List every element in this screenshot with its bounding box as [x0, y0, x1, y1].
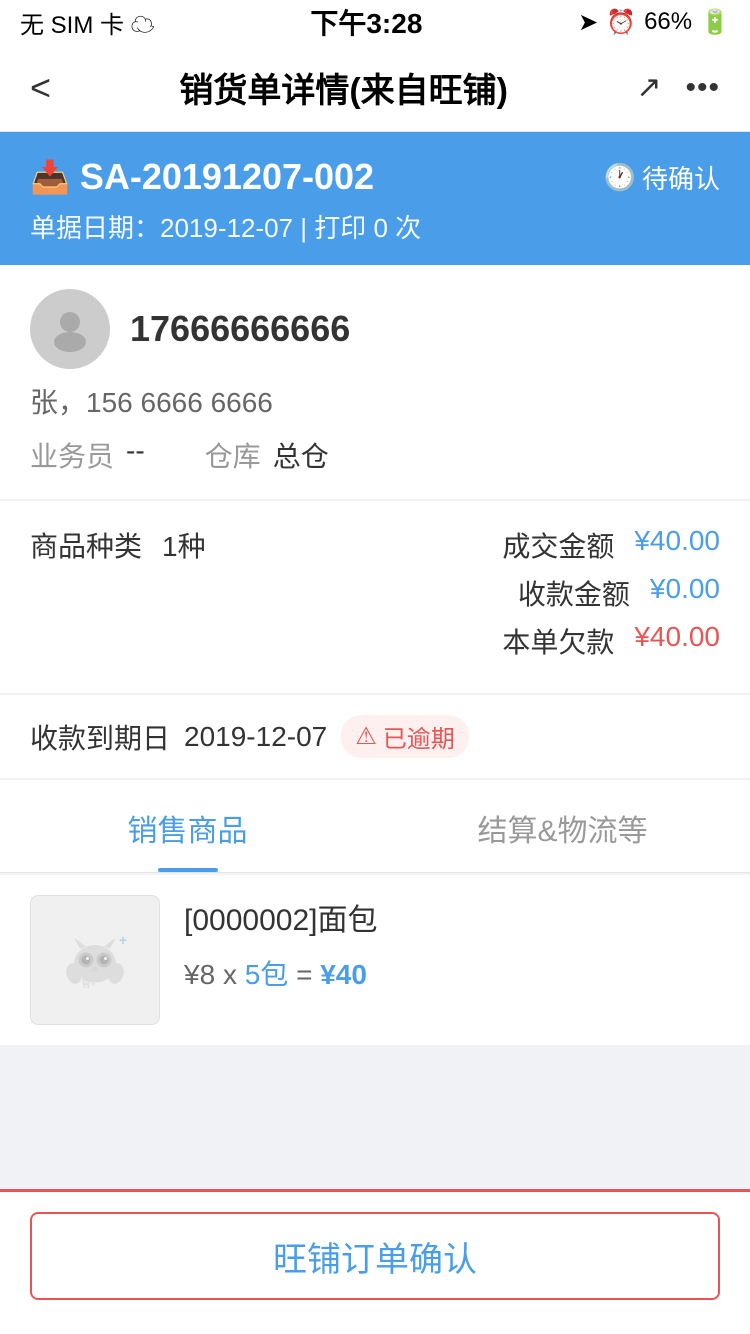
summary-left: 商品种类 1种	[30, 525, 206, 565]
amount-value: ¥40.00	[634, 525, 720, 565]
salesman-field: 业务员 --	[30, 435, 145, 475]
tab-settlement[interactable]: 结算&物流等	[375, 780, 750, 872]
owed-row: 本单欠款 ¥40.00	[502, 621, 720, 661]
customer-phone: 17666666666	[130, 308, 350, 350]
export-icon[interactable]: ↗︎	[636, 70, 661, 105]
location-icon: ➤	[578, 8, 598, 37]
summary-right: 成交金额 ¥40.00 收款金额 ¥0.00 本单欠款 ¥40.00	[502, 525, 720, 669]
status-bar-time: 下午3:28	[310, 2, 422, 42]
svg-text:管+: 管+	[82, 978, 96, 989]
tab-sales-products[interactable]: 销售商品	[0, 780, 375, 872]
nav-bar: < 销货单详情(来自旺铺) ↗︎ •••	[0, 44, 750, 132]
warehouse-value: 总仓	[273, 435, 329, 475]
product-total: ¥40	[320, 959, 367, 990]
customer-meta: 业务员 -- 仓库 总仓	[30, 435, 720, 475]
multiply-sign: x	[223, 959, 245, 990]
product-thumbnail: + 管+	[30, 895, 160, 1025]
customer-row: 17666666666	[30, 289, 720, 369]
equals-sign: =	[296, 959, 320, 990]
product-qty: 5包	[245, 959, 289, 990]
amount-label: 成交金额	[502, 525, 614, 565]
owed-value: ¥40.00	[634, 621, 720, 661]
type-label: 商品种类	[30, 525, 142, 565]
product-item: + 管+ [0000002]面包 ¥8 x 5包 = ¥40	[30, 895, 720, 1025]
nav-actions: ↗︎ •••	[636, 70, 720, 105]
warehouse-label: 仓库	[205, 435, 261, 475]
warehouse-field: 仓库 总仓	[205, 435, 329, 475]
tabs-section: 销售商品 结算&物流等	[0, 780, 750, 873]
customer-section: 17666666666 张，156 6666 6666 业务员 -- 仓库 总仓	[0, 265, 750, 499]
due-date: 2019-12-07	[184, 721, 327, 753]
product-name: [0000002]面包	[184, 895, 720, 939]
customer-sub-info: 张，156 6666 6666	[30, 381, 720, 421]
due-label: 收款到期日	[30, 717, 170, 757]
product-unit-price: ¥8	[184, 959, 215, 990]
overdue-text: 已逾期	[383, 719, 455, 754]
due-date-section: 收款到期日 2019-12-07 ⚠ 已逾期	[0, 695, 750, 778]
order-date-row: 单据日期：2019-12-07 | 打印 0 次	[30, 208, 720, 245]
product-thumb-owl: + 管+	[55, 930, 135, 990]
more-icon[interactable]: •••	[685, 71, 720, 105]
avatar	[30, 289, 110, 369]
received-row: 收款金额 ¥0.00	[502, 573, 720, 613]
bottom-bar: 旺铺订单确认	[0, 1189, 750, 1334]
product-type-row: 商品种类 1种	[30, 525, 206, 565]
order-status: 🕐 待确认	[604, 159, 720, 196]
salesman-label: 业务员	[30, 435, 114, 475]
back-button[interactable]: <	[30, 67, 51, 109]
products-section: + 管+ [0000002]面包 ¥8 x 5包 = ¥40	[0, 875, 750, 1045]
product-info: [0000002]面包 ¥8 x 5包 = ¥40	[184, 895, 720, 993]
battery-icon: 🔋	[700, 8, 730, 37]
battery-status: 66%	[644, 8, 692, 36]
status-bar-right: ➤ ⏰ 66% 🔋	[578, 8, 730, 37]
owed-label: 本单欠款	[502, 621, 614, 661]
warning-icon: ⚠	[355, 722, 377, 751]
clock-icon: 🕐	[604, 162, 636, 193]
alarm-icon: ⏰	[606, 8, 636, 37]
received-label: 收款金额	[518, 573, 630, 613]
overdue-badge: ⚠ 已逾期	[341, 715, 469, 758]
order-id-row: 📥 SA-20191207-002 🕐 待确认	[30, 156, 720, 198]
summary-section: 商品种类 1种 成交金额 ¥40.00 收款金额 ¥0.00 本单欠款 ¥40.…	[0, 501, 750, 693]
order-header: 📥 SA-20191207-002 🕐 待确认 单据日期：2019-12-07 …	[0, 132, 750, 265]
inbox-icon: 📥	[30, 158, 70, 196]
product-price-row: ¥8 x 5包 = ¥40	[184, 953, 720, 993]
avatar-icon	[45, 304, 95, 354]
page-title: 销货单详情(来自旺铺)	[179, 63, 508, 112]
sim-status: 无 SIM 卡 ☁	[20, 5, 155, 40]
received-value: ¥0.00	[650, 573, 720, 613]
order-id: 📥 SA-20191207-002	[30, 156, 374, 198]
salesman-value: --	[126, 435, 145, 475]
type-value: 1种	[162, 525, 206, 565]
amount-row: 成交金额 ¥40.00	[502, 525, 720, 565]
svg-text:+: +	[119, 933, 127, 948]
wangpu-confirm-button[interactable]: 旺铺订单确认	[30, 1212, 720, 1300]
status-bar-left: 无 SIM 卡 ☁	[20, 5, 155, 40]
status-bar: 无 SIM 卡 ☁ 下午3:28 ➤ ⏰ 66% 🔋	[0, 0, 750, 44]
